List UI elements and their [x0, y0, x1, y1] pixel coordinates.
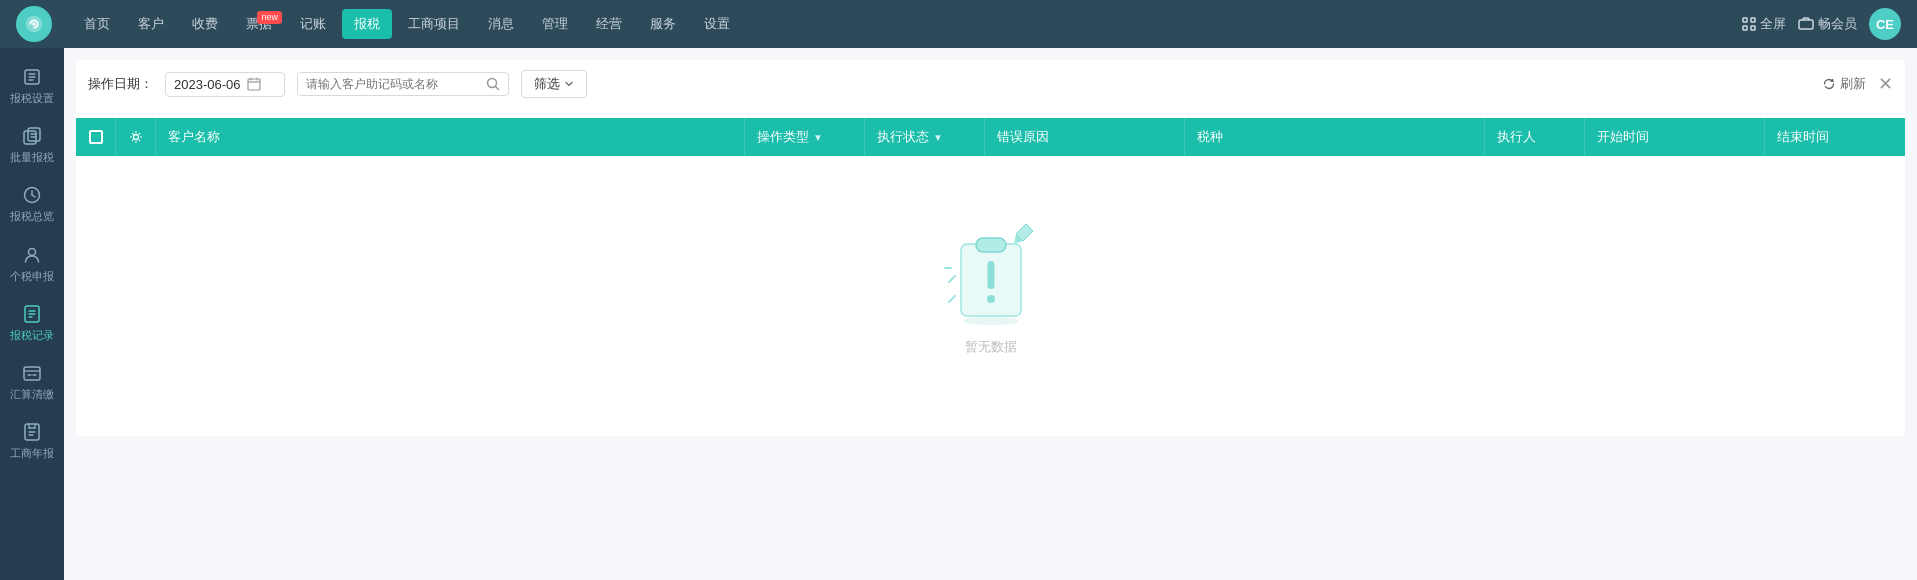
filter-button[interactable]: 筛选: [521, 70, 587, 98]
main-layout: 报税设置批量报税报税总览个税申报报税记录汇算清缴工商年报 操作日期： 2023-…: [0, 48, 1917, 580]
operation-type-column[interactable]: 操作类型 ▼: [745, 118, 865, 156]
sidebar-item-tax-record[interactable]: 报税记录: [0, 293, 64, 352]
toolbar: 操作日期： 2023-06-06 筛选: [76, 60, 1905, 108]
sidebar-label-batch-tax: 批量报税: [10, 151, 54, 164]
svg-rect-1: [1743, 18, 1747, 22]
search-bar: [297, 72, 509, 96]
empty-text: 暂无数据: [965, 338, 1017, 356]
refresh-button[interactable]: 刷新: [1822, 75, 1866, 93]
svg-rect-19: [987, 261, 994, 289]
sidebar-label-tax-settings: 报税设置: [10, 92, 54, 105]
sidebar-item-batch-tax[interactable]: 批量报税: [0, 115, 64, 174]
content-area: 操作日期： 2023-06-06 筛选: [64, 48, 1917, 580]
fullscreen-button[interactable]: 全屏: [1742, 15, 1786, 33]
nav-item-operation[interactable]: 经营: [584, 9, 634, 39]
executor-column: 执行人: [1485, 118, 1585, 156]
nav-badge-invoice: new: [257, 11, 282, 24]
table-header: 客户名称 操作类型 ▼ 执行状态 ▼ 错误原因 税种: [76, 118, 1905, 156]
sidebar-item-tax-settings[interactable]: 报税设置: [0, 56, 64, 115]
data-table: 客户名称 操作类型 ▼ 执行状态 ▼ 错误原因 税种: [76, 118, 1905, 436]
annual-report-icon: [21, 421, 43, 443]
sidebar-item-settlement[interactable]: 汇算清缴: [0, 352, 64, 411]
nav-menu: 首页客户收费票据new记账报税工商项目消息管理经营服务设置: [72, 9, 1742, 39]
empty-illustration: [941, 216, 1041, 326]
personal-tax-icon: [21, 244, 43, 266]
nav-item-home[interactable]: 首页: [72, 9, 122, 39]
nav-item-settings[interactable]: 设置: [692, 9, 742, 39]
close-button[interactable]: ✕: [1878, 73, 1893, 95]
exec-status-column[interactable]: 执行状态 ▼: [865, 118, 985, 156]
search-input[interactable]: [298, 73, 478, 95]
nav-item-customer[interactable]: 客户: [126, 9, 176, 39]
top-right-controls: 全屏 畅会员 CE: [1742, 8, 1901, 40]
client-name-column: 客户名称: [156, 118, 745, 156]
nav-item-tax[interactable]: 报税: [342, 9, 392, 39]
nav-item-message[interactable]: 消息: [476, 9, 526, 39]
svg-rect-2: [1751, 18, 1755, 22]
top-navigation: 首页客户收费票据new记账报税工商项目消息管理经营服务设置 全屏 畅会员 CE: [0, 0, 1917, 48]
sidebar: 报税设置批量报税报税总览个税申报报税记录汇算清缴工商年报: [0, 48, 64, 580]
end-time-column: 结束时间: [1765, 118, 1905, 156]
select-all-checkbox[interactable]: [89, 130, 103, 144]
date-label: 操作日期：: [88, 75, 153, 93]
sidebar-item-tax-summary[interactable]: 报税总览: [0, 174, 64, 233]
user-avatar[interactable]: CE: [1869, 8, 1901, 40]
svg-rect-14: [248, 79, 260, 90]
member-button[interactable]: 畅会员: [1798, 15, 1857, 33]
sidebar-item-annual-report[interactable]: 工商年报: [0, 411, 64, 470]
sidebar-item-personal-tax[interactable]: 个税申报: [0, 234, 64, 293]
svg-rect-3: [1743, 26, 1747, 30]
svg-point-20: [987, 295, 995, 303]
sort-icon: ▼: [933, 132, 943, 143]
start-time-column: 开始时间: [1585, 118, 1765, 156]
settlement-icon: [21, 362, 43, 384]
error-reason-column: 错误原因: [985, 118, 1185, 156]
svg-point-16: [133, 135, 138, 140]
svg-point-24: [963, 317, 1019, 325]
tax-type-column: 税种: [1185, 118, 1485, 156]
svg-point-10: [29, 248, 36, 255]
date-picker[interactable]: 2023-06-06: [165, 72, 285, 97]
sidebar-label-tax-record: 报税记录: [10, 329, 54, 342]
sidebar-label-settlement: 汇算清缴: [10, 388, 54, 401]
nav-item-invoice[interactable]: 票据new: [234, 9, 284, 39]
search-button[interactable]: [478, 73, 508, 95]
settings-column[interactable]: [116, 118, 156, 156]
svg-point-0: [32, 22, 36, 26]
svg-rect-5: [1799, 20, 1813, 29]
svg-rect-12: [24, 367, 40, 380]
nav-item-service[interactable]: 服务: [638, 9, 688, 39]
sort-icon: ▼: [813, 132, 823, 143]
nav-item-management[interactable]: 管理: [530, 9, 580, 39]
tax-record-icon: [21, 303, 43, 325]
nav-item-bookkeeping[interactable]: 记账: [288, 9, 338, 39]
nav-item-billing[interactable]: 收费: [180, 9, 230, 39]
sidebar-label-personal-tax: 个税申报: [10, 270, 54, 283]
app-logo[interactable]: [16, 6, 52, 42]
sidebar-label-tax-summary: 报税总览: [10, 210, 54, 223]
tax-settings-icon: [21, 66, 43, 88]
svg-line-21: [949, 276, 955, 282]
svg-rect-4: [1751, 26, 1755, 30]
batch-tax-icon: [21, 125, 43, 147]
empty-state: 暂无数据: [76, 156, 1905, 436]
nav-item-business[interactable]: 工商项目: [396, 9, 472, 39]
select-all-column[interactable]: [76, 118, 116, 156]
sidebar-label-annual-report: 工商年报: [10, 447, 54, 460]
tax-summary-icon: [21, 184, 43, 206]
svg-line-23: [949, 296, 955, 302]
svg-rect-18: [976, 238, 1006, 252]
